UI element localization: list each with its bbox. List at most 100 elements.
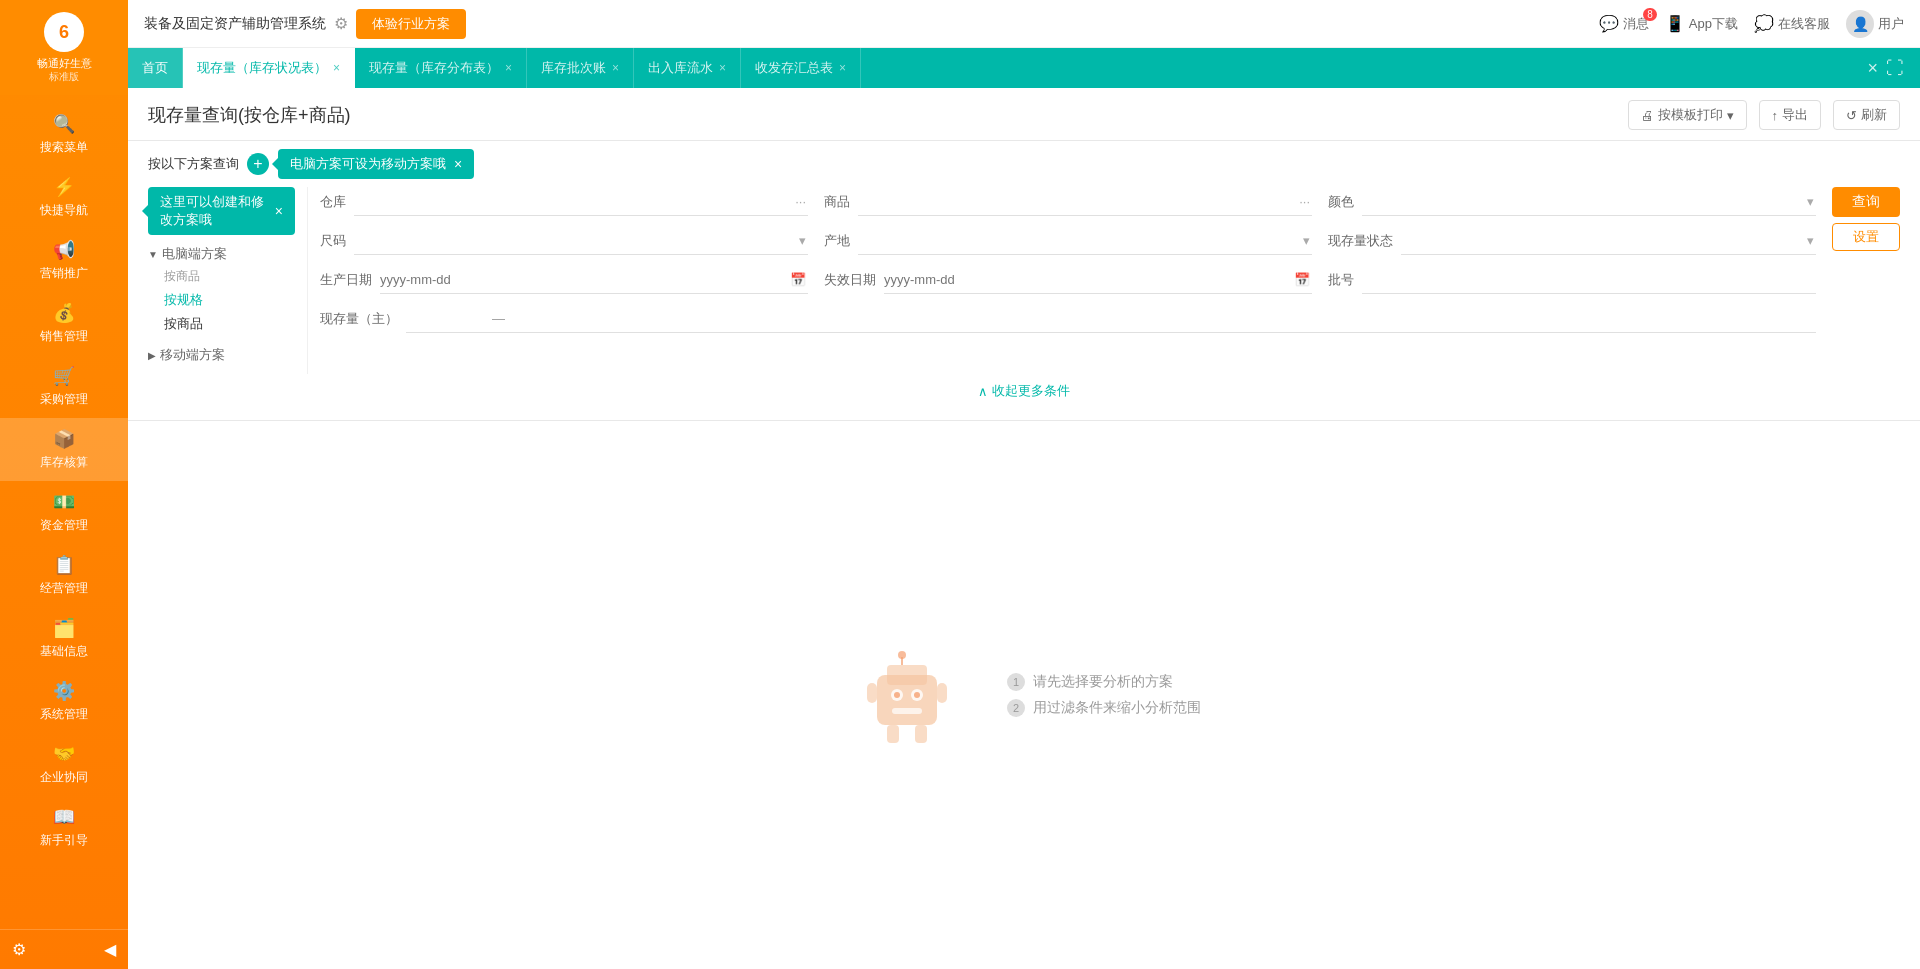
scheme-group-desktop: ▼ 电脑端方案 按商品 按规格 按商品 xyxy=(148,243,295,336)
purchase-icon: 🛒 xyxy=(53,365,75,387)
scheme-item-3[interactable]: 按商品 xyxy=(148,312,295,336)
tab-close-icon[interactable]: × xyxy=(612,61,619,75)
filter-row-3: 生产日期 📅 失效日期 📅 xyxy=(320,265,1816,294)
field-color: 颜色 ▾ xyxy=(1328,187,1816,216)
refresh-icon: ↺ xyxy=(1846,108,1857,123)
sidebar-item-management[interactable]: 📋 经营管理 xyxy=(0,544,128,607)
sidebar-item-search[interactable]: 🔍 搜索菜单 xyxy=(0,103,128,166)
guide-icon: 📖 xyxy=(53,806,75,828)
scheme-group-mobile-header[interactable]: ▶ 移动端方案 xyxy=(148,344,295,366)
scheme-tooltip-close[interactable]: × xyxy=(454,156,462,172)
stock-qty-to[interactable] xyxy=(511,304,591,332)
svg-point-5 xyxy=(914,692,920,698)
scheme-group-desktop-header[interactable]: ▼ 电脑端方案 xyxy=(148,243,295,265)
svg-rect-1 xyxy=(887,665,927,685)
export-btn[interactable]: ↑ 导出 xyxy=(1759,100,1822,130)
size-input[interactable] xyxy=(354,226,808,254)
tab-close-icon[interactable]: × xyxy=(333,61,340,75)
production-date-label: 生产日期 xyxy=(320,271,372,289)
color-input[interactable] xyxy=(1362,187,1816,215)
reset-btn[interactable]: 设置 xyxy=(1832,223,1900,251)
tab-inventory-status[interactable]: 现存量（库存状况表） × xyxy=(183,48,355,88)
sidebar-item-finance[interactable]: 💵 资金管理 xyxy=(0,481,128,544)
sidebar-item-label: 采购管理 xyxy=(40,391,88,408)
sidebar-item-sales[interactable]: 💰 销售管理 xyxy=(0,292,128,355)
user-action[interactable]: 👤 用户 xyxy=(1846,10,1904,38)
range-dash: — xyxy=(492,311,505,326)
logo-text: 畅通好生意 标准版 xyxy=(37,56,92,83)
tab-close-icon[interactable]: × xyxy=(505,61,512,75)
header-right: 💬 消息 8 📱 App下载 💭 在线客服 👤 用户 xyxy=(1599,10,1904,38)
filter-add-btn[interactable]: + xyxy=(247,153,269,175)
field-expiry-date: 失效日期 📅 xyxy=(824,265,1312,294)
user-label: 用户 xyxy=(1878,15,1904,33)
more-icon[interactable]: ··· xyxy=(795,194,806,209)
product-input[interactable] xyxy=(858,187,1312,215)
app-download-label: App下载 xyxy=(1689,15,1738,33)
main-area: 装备及固定资产辅助管理系统 ⚙ 体验行业方案 💬 消息 8 📱 App下载 💭 … xyxy=(128,0,1920,969)
calendar-icon[interactable]: 📅 xyxy=(1294,272,1310,287)
industry-btn[interactable]: 体验行业方案 xyxy=(356,9,466,39)
sidebar-item-inventory[interactable]: 📦 库存核算 xyxy=(0,418,128,481)
content-area: 1 请先选择要分析的方案 2 用过滤条件来缩小分析范围 xyxy=(128,421,1920,969)
expiry-date-input[interactable] xyxy=(884,265,1312,293)
online-support-action[interactable]: 💭 在线客服 xyxy=(1754,14,1830,33)
sidebar-item-guide[interactable]: 📖 新手引导 xyxy=(0,796,128,859)
marketing-icon: 📢 xyxy=(53,239,75,261)
sidebar-item-label: 资金管理 xyxy=(40,517,88,534)
collapse-icon[interactable]: ◀ xyxy=(104,940,116,959)
stock-status-input[interactable] xyxy=(1401,226,1816,254)
sidebar-item-corp[interactable]: 🤝 企业协同 xyxy=(0,733,128,796)
expiry-date-wrap: 📅 xyxy=(884,265,1312,294)
sidebar-item-system[interactable]: ⚙️ 系统管理 xyxy=(0,670,128,733)
settings-icon[interactable]: ⚙ xyxy=(12,940,26,959)
tab-expand-icon[interactable]: ⛶ xyxy=(1886,58,1904,79)
sidebar-item-purchase[interactable]: 🛒 采购管理 xyxy=(0,355,128,418)
filter-fields-area: 仓库 ··· 商品 ··· xyxy=(320,187,1816,343)
search-icon: 🔍 xyxy=(53,113,75,135)
production-date-input[interactable] xyxy=(380,265,808,293)
batch-input[interactable] xyxy=(1362,265,1816,293)
sidebar-footer: ⚙ ◀ xyxy=(0,929,128,969)
tab-inventory-dist[interactable]: 现存量（库存分布表） × xyxy=(355,48,527,88)
search-btn[interactable]: 查询 xyxy=(1832,187,1900,217)
filter-row-4: 现存量（主） — xyxy=(320,304,1816,333)
product-input-wrap: ··· xyxy=(858,187,1312,216)
system-name: 装备及固定资产辅助管理系统 xyxy=(144,15,326,33)
svg-rect-8 xyxy=(937,683,947,703)
tab-batch[interactable]: 库存批次账 × xyxy=(527,48,634,88)
sidebar-item-nav[interactable]: ⚡ 快捷导航 xyxy=(0,166,128,229)
stock-qty-from[interactable] xyxy=(406,304,486,332)
tab-home[interactable]: 首页 xyxy=(128,48,183,88)
gear-icon[interactable]: ⚙ xyxy=(334,14,348,33)
calendar-icon[interactable]: 📅 xyxy=(790,272,806,287)
tab-home-label: 首页 xyxy=(142,59,168,77)
template-print-btn[interactable]: 🖨 按模板打印 ▾ xyxy=(1628,100,1747,130)
more-icon[interactable]: ··· xyxy=(1299,194,1310,209)
page-title: 现存量查询(按仓库+商品) xyxy=(148,103,351,127)
scheme-group-label: 电脑端方案 xyxy=(162,245,227,263)
tab-close-icon[interactable]: × xyxy=(839,61,846,75)
tab-close-all-icon[interactable]: × xyxy=(1867,58,1878,79)
refresh-btn[interactable]: ↺ 刷新 xyxy=(1833,100,1900,130)
production-date-wrap: 📅 xyxy=(380,265,808,294)
color-input-wrap: ▾ xyxy=(1362,187,1816,216)
warehouse-input[interactable] xyxy=(354,187,808,215)
scheme-item-1[interactable]: 按商品 xyxy=(148,265,295,288)
tab-summary[interactable]: 收发存汇总表 × xyxy=(741,48,861,88)
app-download-action[interactable]: 📱 App下载 xyxy=(1665,14,1738,33)
scheme-item-2[interactable]: 按规格 xyxy=(148,288,295,312)
edit-tooltip-close[interactable]: × xyxy=(275,203,283,219)
tab-flow[interactable]: 出入库流水 × xyxy=(634,48,741,88)
filter-label: 按以下方案查询 xyxy=(148,155,239,173)
tab-close-icon[interactable]: × xyxy=(719,61,726,75)
notification-action[interactable]: 💬 消息 8 xyxy=(1599,14,1649,33)
collapse-row[interactable]: ∧ 收起更多条件 xyxy=(148,374,1900,408)
origin-input[interactable] xyxy=(858,226,1312,254)
tab-label: 收发存汇总表 xyxy=(755,59,833,77)
scheme-group-label: 移动端方案 xyxy=(160,346,225,364)
sidebar-item-basic[interactable]: 🗂️ 基础信息 xyxy=(0,607,128,670)
nav-icon: ⚡ xyxy=(53,176,75,198)
sidebar-item-marketing[interactable]: 📢 营销推广 xyxy=(0,229,128,292)
origin-input-wrap: ▾ xyxy=(858,226,1312,255)
